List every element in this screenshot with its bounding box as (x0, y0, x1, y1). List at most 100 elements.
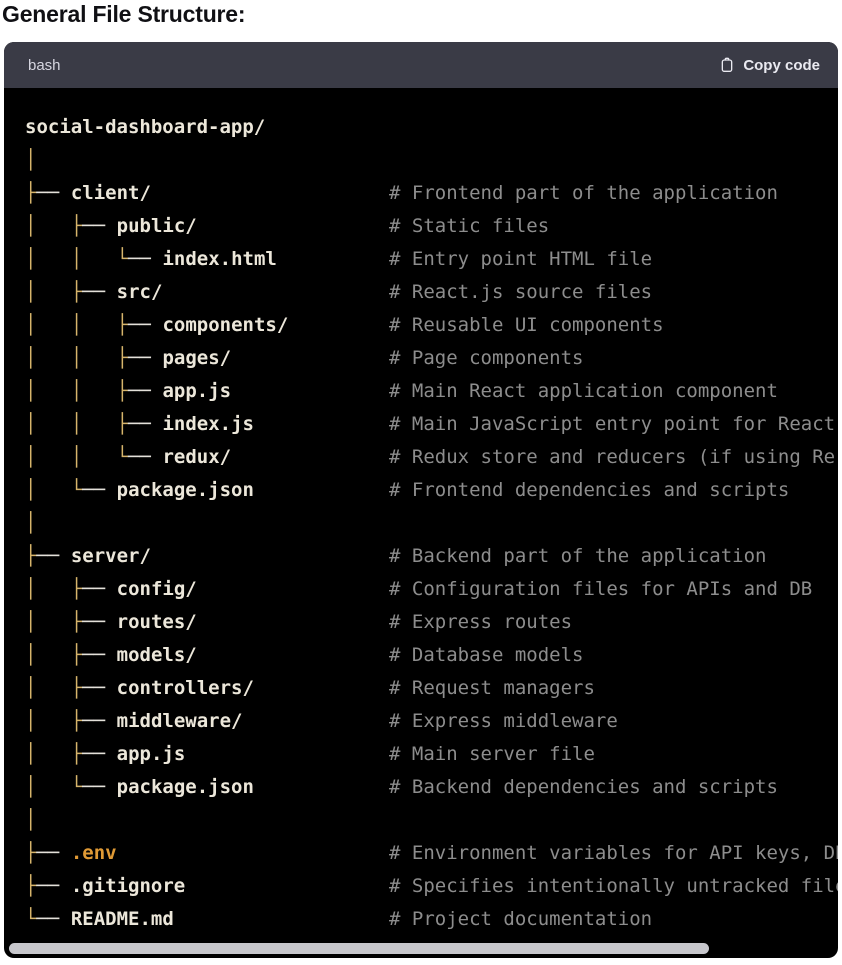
tree-pipe-glyph: │ (25, 512, 37, 534)
tree-pipe-glyph: │ (25, 743, 37, 765)
tree-dash-glyph: ─ (82, 578, 94, 600)
tree-row-name: └── README.md (25, 903, 389, 936)
tree-dash-glyph: ─ (139, 314, 151, 336)
tree-pipe-glyph: ├ (70, 281, 83, 303)
tree-row: │ ├── public/# Static files (25, 210, 838, 243)
tree-dash-glyph: ─ (36, 545, 48, 567)
tree-directory-name: config/ (116, 578, 197, 600)
tree-dash-glyph: ─ (82, 743, 94, 765)
tree-dash-glyph: ─ (47, 182, 60, 204)
tree-row: │ ├── config/# Configuration files for A… (25, 573, 838, 606)
tree-pipe-glyph: ├ (116, 413, 129, 435)
tree-dash-glyph: ─ (82, 215, 94, 237)
copy-code-button[interactable]: Copy code (719, 57, 820, 74)
tree-row-comment: # Frontend part of the application (389, 182, 778, 204)
tree-pipe-glyph: │ (70, 380, 83, 402)
tree-row: │ │ ├── app.js # Main React application c… (25, 375, 838, 408)
tree-row-comment: # Project documentation (389, 908, 653, 930)
tree-pipe-glyph: ├ (70, 677, 83, 699)
tree-pipe-glyph: ├ (116, 347, 129, 369)
tree-directory-name: server/ (70, 545, 151, 567)
tree-pipe-glyph: │ (25, 479, 37, 501)
tree-pipe-glyph: ├ (116, 380, 129, 402)
tree-dash-glyph: ─ (36, 182, 48, 204)
tree-row: ├── server/# Backend part of the applica… (25, 540, 838, 573)
tree-row-name: │ ├── config/ (25, 573, 389, 606)
tree-dash-glyph: ─ (139, 248, 151, 270)
tree-row: │ ├── routes/# Express routes (25, 606, 838, 639)
tree-row-comment: # Request managers (389, 677, 595, 699)
tree-row-comment: # Reusable UI components (389, 314, 664, 336)
tree-row-name: │ │ └── index.html (25, 243, 389, 276)
tree-pipe-glyph: ├ (25, 842, 37, 864)
tree-file-name: app.js (162, 380, 232, 402)
tree-row-comment: # Backend dependencies and scripts (389, 776, 778, 798)
tree-dash-glyph: ─ (139, 347, 151, 369)
tree-pipe-glyph: └ (116, 446, 129, 468)
tree-dash-glyph: ─ (93, 710, 106, 732)
tree-row-name: │ └── package.json (25, 474, 389, 507)
tree-dash-glyph: ─ (47, 875, 60, 897)
tree-file-name: .env (70, 842, 117, 864)
tree-row: │ ├── controllers/# Request managers (25, 672, 838, 705)
tree-file-name: .gitignore (70, 875, 186, 897)
tree-dash-glyph: ─ (93, 479, 106, 501)
tree-pipe-glyph: └ (70, 479, 83, 501)
tree-row-comment: # Main server file (389, 743, 595, 765)
tree-pipe-glyph: │ (25, 380, 37, 402)
horizontal-scrollbar-thumb[interactable] (9, 943, 709, 954)
tree-dash-glyph: ─ (47, 842, 60, 864)
tree-dash-glyph: ─ (128, 248, 140, 270)
tree-pipe-glyph: │ (25, 281, 37, 303)
tree-directory-name: pages/ (162, 347, 232, 369)
tree-dash-glyph: ─ (93, 644, 106, 666)
tree-row: ├── .gitignore # Specifies intentionally … (25, 870, 838, 903)
tree-dash-glyph: ─ (36, 842, 48, 864)
tree-pipe-glyph: └ (25, 908, 37, 930)
code-block-header: bash Copy code (4, 42, 838, 88)
tree-row-comment: # Express routes (389, 611, 573, 633)
tree-pipe-glyph: │ (25, 347, 37, 369)
tree-file-name: app.js (116, 743, 186, 765)
tree-dash-glyph: ─ (128, 314, 140, 336)
tree-row: │ ├── src/# React.js source files (25, 276, 838, 309)
tree-pipe-glyph: ├ (25, 875, 37, 897)
tree-pipe-glyph: │ (70, 413, 83, 435)
tree-row: │ ├── models/# Database models (25, 639, 838, 672)
tree-dash-glyph: ─ (139, 413, 151, 435)
tree-row-name: │ ├── src/ (25, 276, 389, 309)
tree-row-name: │ ├── controllers/ (25, 672, 389, 705)
tree-pipe-glyph: ├ (116, 314, 129, 336)
tree-directory-name: controllers/ (116, 677, 254, 699)
page-title: General File Structure: (2, 1, 246, 27)
tree-row-name: │ ├── app.js (25, 738, 389, 771)
tree-directory-name: middleware/ (116, 710, 243, 732)
tree-pipe-glyph: └ (70, 776, 83, 798)
tree-dash-glyph: ─ (82, 677, 94, 699)
tree-directory-name: redux/ (162, 446, 232, 468)
tree-dash-glyph: ─ (93, 215, 106, 237)
tree-row: │ (25, 507, 838, 540)
tree-dash-glyph: ─ (139, 380, 151, 402)
tree-pipe-glyph: │ (25, 413, 37, 435)
tree-dash-glyph: ─ (93, 611, 106, 633)
tree-row: │ │ ├── components/# Reusable UI compone… (25, 309, 838, 342)
tree-dash-glyph: ─ (82, 710, 94, 732)
tree-row-name: ├── server/ (25, 540, 389, 573)
tree-directory-name: src/ (116, 281, 163, 303)
tree-dash-glyph: ─ (82, 776, 94, 798)
tree-row: │ ├── app.js # Main server file (25, 738, 838, 771)
tree-dash-glyph: ─ (128, 413, 140, 435)
tree-row: │ (25, 144, 838, 177)
tree-dash-glyph: ─ (82, 611, 94, 633)
tree-dash-glyph: ─ (82, 479, 94, 501)
tree-row-name: ├── .gitignore (25, 870, 389, 903)
tree-row-comment: # Specifies intentionally untracked file (389, 875, 838, 897)
tree-directory-name: models/ (116, 644, 197, 666)
tree-pipe-glyph: ├ (70, 578, 83, 600)
tree-pipe-glyph: │ (25, 809, 37, 831)
tree-pipe-glyph: │ (25, 644, 37, 666)
tree-row-name: │ ├── routes/ (25, 606, 389, 639)
tree-row: │ ├── middleware/# Express middleware (25, 705, 838, 738)
tree-pipe-glyph: ├ (70, 644, 83, 666)
